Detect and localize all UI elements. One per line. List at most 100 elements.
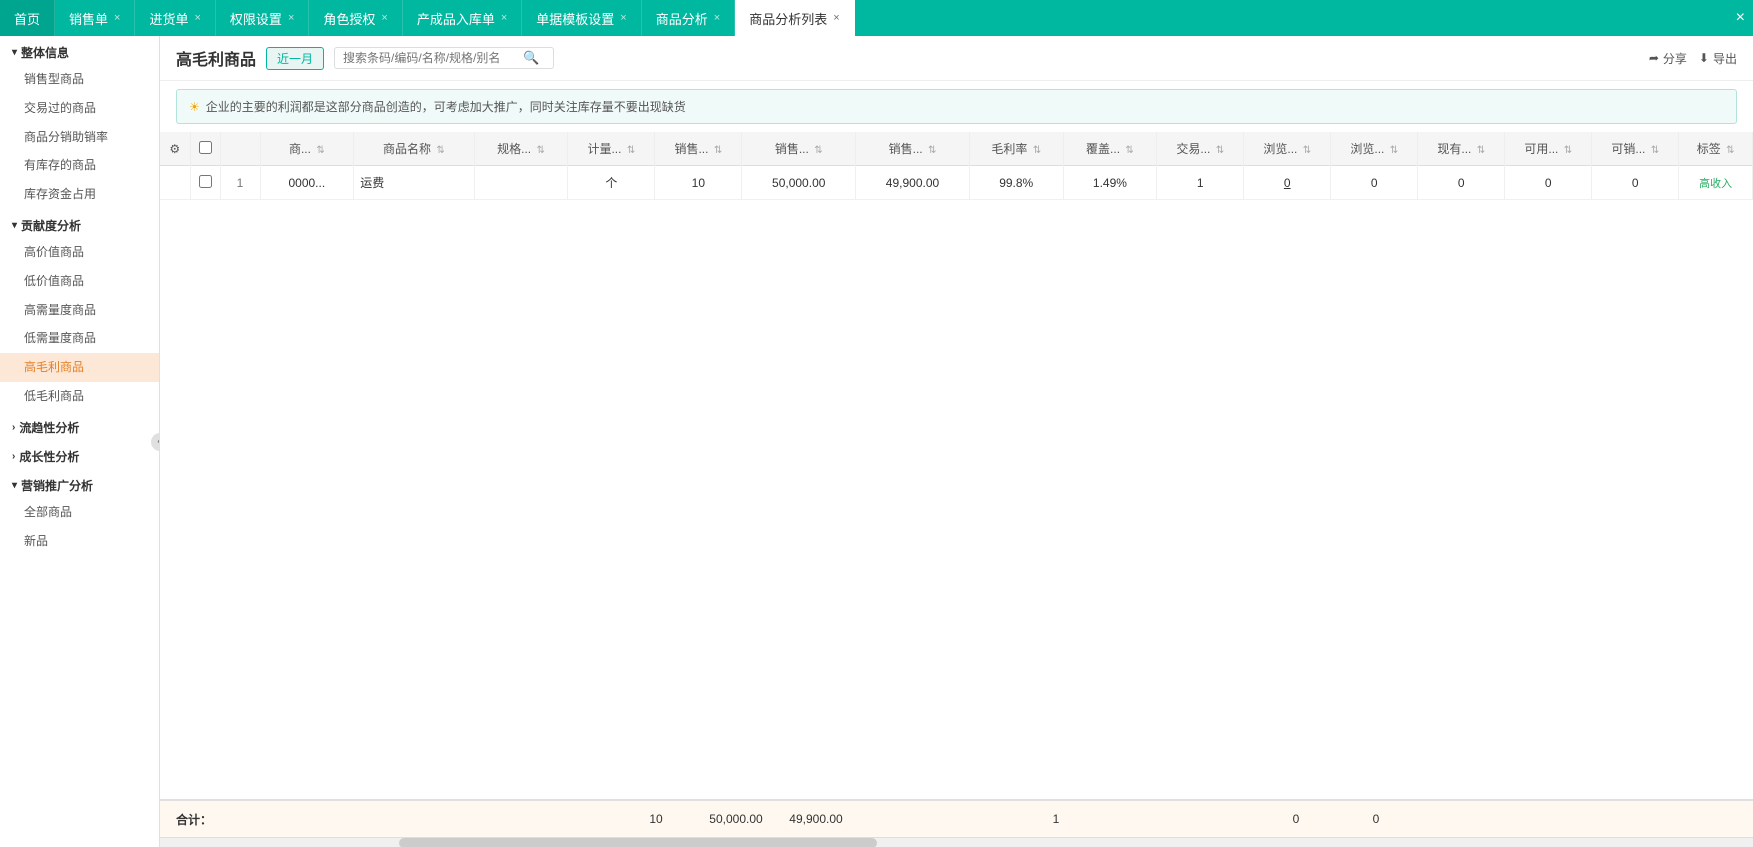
sort-unit-icon[interactable]: ⇅ — [627, 145, 635, 156]
cell-checkbox[interactable] — [190, 166, 220, 200]
arrow-trend: › — [12, 422, 15, 433]
sidebar-group-growth[interactable]: › 成长性分析 — [0, 440, 159, 469]
sidebar-item-distribution-rate[interactable]: 商品分销助销率 — [0, 123, 159, 152]
sidebar-item-low-demand[interactable]: 低需量度商品 — [0, 324, 159, 353]
col-sales-amount[interactable]: 销售... ⇅ — [742, 132, 856, 166]
sort-spec-icon[interactable]: ⇅ — [536, 145, 544, 156]
top-nav: 首页 销售单 × 进货单 × 权限设置 × 角色授权 × 产成品入库单 × 单据… — [0, 0, 1753, 36]
horizontal-scrollbar[interactable] — [160, 837, 1753, 847]
cell-code: 0000... — [260, 166, 354, 200]
sort-sales-cost-icon[interactable]: ⇅ — [928, 145, 936, 156]
sidebar-item-sales-products[interactable]: 销售型商品 — [0, 65, 159, 94]
footer-empty1 — [856, 812, 936, 826]
search-input[interactable] — [343, 51, 523, 65]
cell-browse2: 0 — [1331, 166, 1418, 200]
col-browse1[interactable]: 浏览... ⇅ — [1244, 132, 1331, 166]
footer-empty2 — [936, 812, 1016, 826]
col-sales-cost[interactable]: 销售... ⇅ — [856, 132, 970, 166]
filter-recent-month[interactable]: 近一月 — [266, 47, 324, 70]
col-available[interactable]: 可用... ⇅ — [1505, 132, 1592, 166]
close-product-inbound[interactable]: × — [501, 12, 507, 24]
sidebar-group-marketing[interactable]: ▾ 营销推广分析 — [0, 469, 159, 498]
nav-role-auth[interactable]: 角色授权 × — [309, 0, 402, 36]
sidebar-item-high-value[interactable]: 高价值商品 — [0, 238, 159, 267]
nav-home[interactable]: 首页 — [0, 0, 55, 36]
search-icon[interactable]: 🔍 — [523, 50, 539, 66]
col-tag[interactable]: 标签 ⇅ — [1679, 132, 1753, 166]
sidebar-item-new-products[interactable]: 新品 — [0, 527, 159, 556]
sort-browse2-icon[interactable]: ⇅ — [1390, 145, 1398, 156]
sidebar-item-all-products[interactable]: 全部商品 — [0, 498, 159, 527]
col-spec[interactable]: 规格... ⇅ — [474, 132, 568, 166]
close-purchase-order[interactable]: × — [194, 12, 200, 24]
cell-browse1[interactable]: 0 — [1244, 166, 1331, 200]
sort-browse1-icon[interactable]: ⇅ — [1303, 145, 1311, 156]
close-permission-settings[interactable]: × — [288, 12, 294, 24]
nav-sales-order[interactable]: 销售单 × — [55, 0, 135, 36]
sort-name-icon[interactable]: ⇅ — [436, 145, 444, 156]
sidebar-item-in-stock[interactable]: 有库存的商品 — [0, 151, 159, 180]
col-current-stock[interactable]: 现有... ⇅ — [1418, 132, 1505, 166]
arrow-contribution: ▾ — [12, 220, 17, 231]
info-text: 企业的主要的利润都是这部分商品创造的，可考虑加大推广，同时关注库存量不要出现缺货 — [206, 98, 686, 115]
col-transactions[interactable]: 交易... ⇅ — [1157, 132, 1244, 166]
sort-coverage-icon[interactable]: ⇅ — [1125, 145, 1133, 156]
col-settings[interactable]: ⚙ — [160, 132, 190, 166]
sort-tag-icon[interactable]: ⇅ — [1726, 145, 1734, 156]
sort-sales-qty-icon[interactable]: ⇅ — [714, 145, 722, 156]
sort-sales-amount-icon[interactable]: ⇅ — [814, 145, 822, 156]
nav-product-analysis[interactable]: 商品分析 × — [642, 0, 735, 36]
table-body: 1 0000... 运费 个 10 50,000.00 49,900.00 99… — [160, 166, 1753, 200]
sidebar-group-overall[interactable]: ▾ 整体信息 — [0, 36, 159, 65]
footer-sales-amount: 50,000.00 — [696, 812, 776, 826]
sort-transactions-icon[interactable]: ⇅ — [1216, 145, 1224, 156]
col-name[interactable]: 商品名称 ⇅ — [354, 132, 474, 166]
nav-permission-settings[interactable]: 权限设置 × — [216, 0, 309, 36]
sidebar-group-trend[interactable]: › 流趋性分析 — [0, 411, 159, 440]
sort-current-stock-icon[interactable]: ⇅ — [1477, 145, 1485, 156]
close-product-analysis-list[interactable]: × — [833, 12, 839, 24]
footer-total: 合计： 10 50,000.00 49,900.00 1 0 0 — [160, 799, 1753, 837]
col-coverage[interactable]: 覆盖... ⇅ — [1063, 132, 1157, 166]
sort-code-icon[interactable]: ⇅ — [316, 145, 324, 156]
nav-purchase-order[interactable]: 进货单 × — [135, 0, 215, 36]
cell-spec — [474, 166, 568, 200]
share-button[interactable]: ➦ 分享 — [1649, 50, 1687, 67]
sort-saleable-icon[interactable]: ⇅ — [1651, 145, 1659, 156]
info-banner: ☀ 企业的主要的利润都是这部分商品创造的，可考虑加大推广，同时关注库存量不要出现… — [176, 89, 1737, 124]
sidebar-item-traded-products[interactable]: 交易过的商品 — [0, 94, 159, 123]
close-template-settings[interactable]: × — [620, 12, 626, 24]
sidebar-group-contribution[interactable]: ▾ 贡献度分析 — [0, 209, 159, 238]
sidebar-item-capital-occupation[interactable]: 库存资金占用 — [0, 180, 159, 209]
nav-template-settings[interactable]: 单据模板设置 × — [522, 0, 641, 36]
footer-label: 合计： — [176, 811, 256, 828]
sidebar-item-low-margin[interactable]: 低毛利商品 — [0, 382, 159, 411]
content-header: 高毛利商品 近一月 🔍 ➦ 分享 ⬇ 导出 — [160, 36, 1753, 81]
select-all-checkbox[interactable] — [199, 141, 212, 154]
sidebar-item-low-value[interactable]: 低价值商品 — [0, 267, 159, 296]
col-saleable[interactable]: 可销... ⇅ — [1592, 132, 1679, 166]
table-container: ⚙ 商... ⇅ 商品名称 ⇅ — [160, 132, 1753, 799]
scrollbar-thumb[interactable] — [399, 838, 877, 847]
row-checkbox[interactable] — [199, 175, 212, 188]
sort-available-icon[interactable]: ⇅ — [1564, 145, 1572, 156]
sidebar-item-high-margin[interactable]: 高毛利商品 — [0, 353, 159, 382]
sort-gross-margin-icon[interactable]: ⇅ — [1033, 145, 1041, 156]
close-window-btn[interactable]: × — [1736, 9, 1745, 27]
nav-product-inbound[interactable]: 产成品入库单 × — [403, 0, 522, 36]
col-sales-qty[interactable]: 销售... ⇅ — [655, 132, 742, 166]
col-gross-margin[interactable]: 毛利率 ⇅ — [969, 132, 1063, 166]
close-role-auth[interactable]: × — [381, 12, 387, 24]
footer-empty3 — [1096, 812, 1176, 826]
nav-product-analysis-list[interactable]: 商品分析列表 × — [735, 0, 854, 36]
main-layout: « ▾ 整体信息 销售型商品 交易过的商品 商品分销助销率 有库存的商品 库存资… — [0, 36, 1753, 847]
sidebar-item-high-demand[interactable]: 高需量度商品 — [0, 296, 159, 325]
close-sales-order[interactable]: × — [114, 12, 120, 24]
export-button[interactable]: ⬇ 导出 — [1699, 50, 1737, 67]
close-product-analysis[interactable]: × — [714, 12, 720, 24]
col-checkbox[interactable] — [190, 132, 220, 166]
col-browse2[interactable]: 浏览... ⇅ — [1331, 132, 1418, 166]
col-unit[interactable]: 计量... ⇅ — [568, 132, 655, 166]
footer-transactions: 1 — [1016, 812, 1096, 826]
col-code[interactable]: 商... ⇅ — [260, 132, 354, 166]
